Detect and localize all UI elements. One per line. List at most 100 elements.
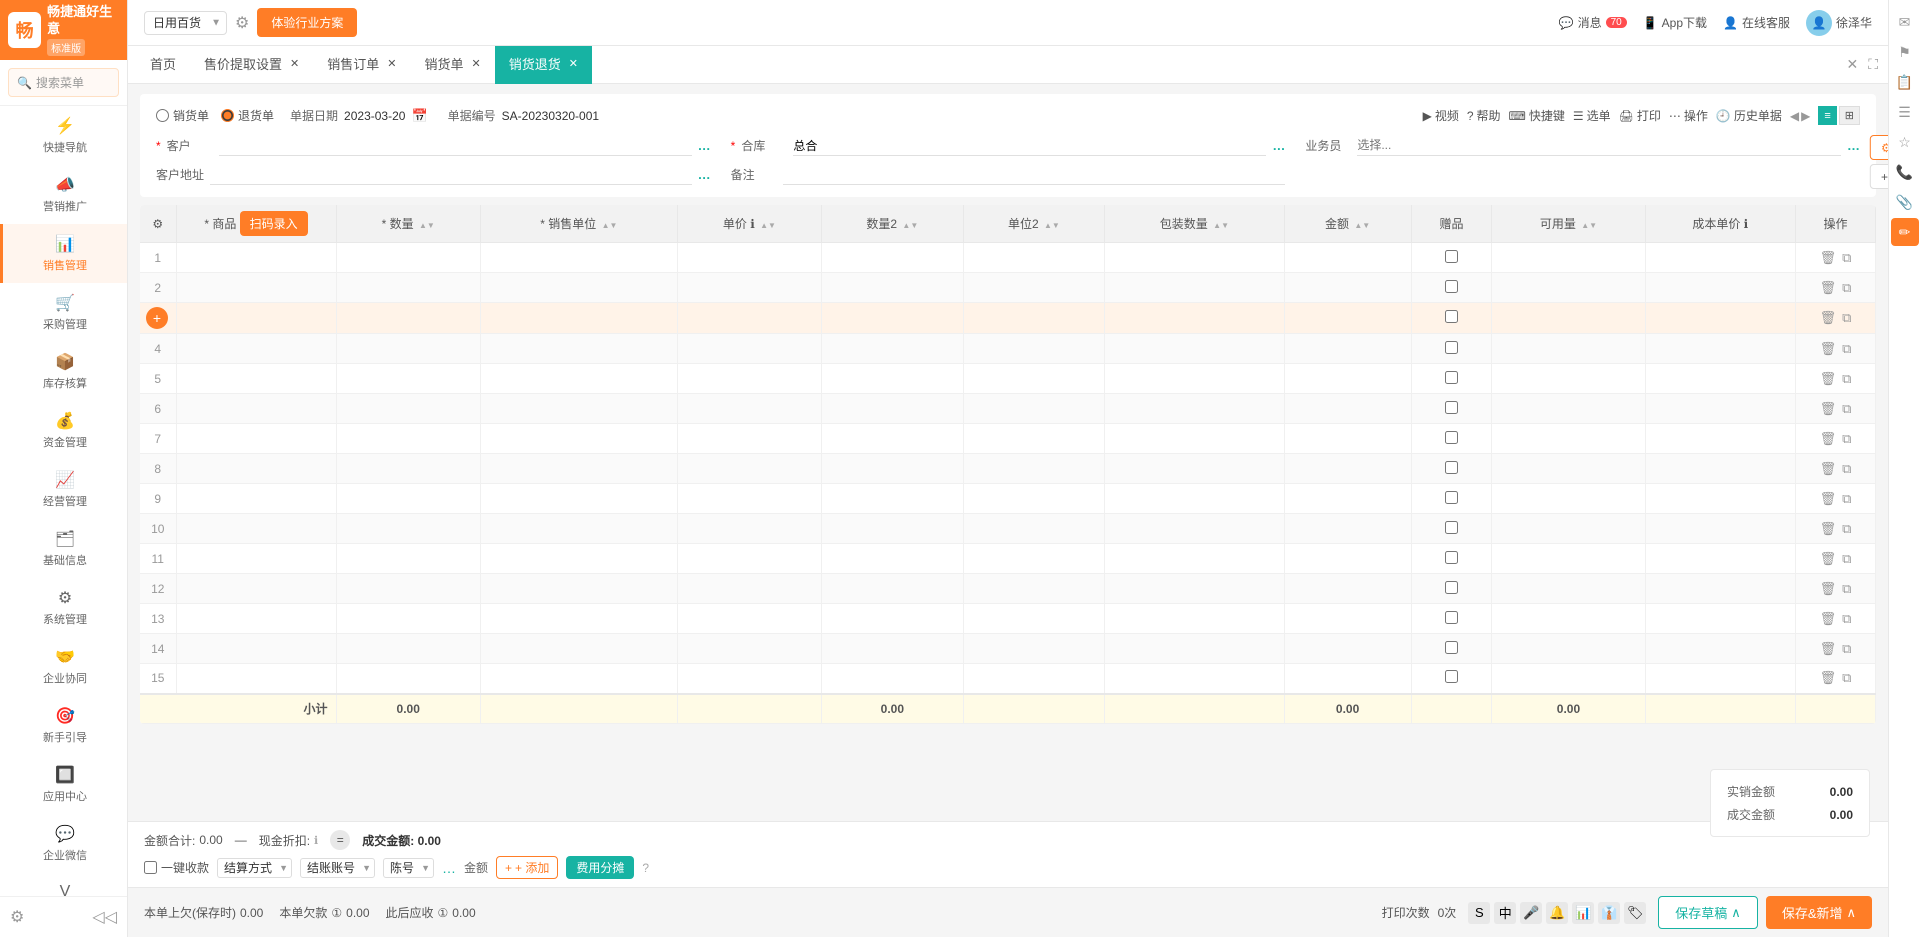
- del-btn[interactable]: 🗑: [1820, 670, 1837, 686]
- video-action[interactable]: ▶ 视频: [1423, 107, 1459, 124]
- warehouse-dots-btn[interactable]: …: [1272, 138, 1285, 153]
- sidebar-item-system-mgmt[interactable]: ⚙ 系统管理: [0, 578, 127, 637]
- address-input[interactable]: [210, 164, 692, 185]
- row-qty2-1[interactable]: [822, 243, 964, 273]
- right-panel-edit[interactable]: ✏: [1891, 218, 1919, 246]
- gift-checkbox-2[interactable]: [1445, 280, 1458, 293]
- right-panel-message[interactable]: ✉: [1891, 8, 1919, 36]
- settings-icon[interactable]: ⚙: [10, 907, 24, 927]
- tab-sales-order[interactable]: 销售订单 ✕: [313, 46, 410, 84]
- account-detail-select[interactable]: 结账账号: [300, 858, 375, 878]
- col-settings[interactable]: ⚙: [140, 205, 176, 243]
- amount-sort-icon[interactable]: ▲▼: [1354, 221, 1370, 230]
- copy-btn[interactable]: ⧉: [1842, 551, 1851, 567]
- close-tab-icon[interactable]: ✕: [1844, 54, 1860, 75]
- del-btn[interactable]: 🗑: [1820, 521, 1837, 537]
- copy-btn[interactable]: ⧉: [1842, 611, 1851, 627]
- row-cost-2[interactable]: [1645, 273, 1795, 303]
- copy-btn[interactable]: ⧉: [1842, 581, 1851, 597]
- row-goods-active[interactable]: [176, 303, 336, 334]
- tab-sales-return[interactable]: 销货退货 ✕: [495, 46, 592, 84]
- row-qty-active[interactable]: [336, 303, 480, 334]
- sidebar-item-app-center[interactable]: 🔲 应用中心: [0, 755, 127, 814]
- tab-sales-delivery-close[interactable]: ✕: [472, 57, 481, 70]
- row-price-active[interactable]: [677, 303, 821, 334]
- collapse-icon[interactable]: ◁◁: [92, 907, 117, 927]
- operation-action[interactable]: ⋯ 操作: [1669, 107, 1708, 124]
- app-download-item[interactable]: 📱 App下载: [1643, 14, 1707, 31]
- sidebar-item-inventory[interactable]: 📦 库存核算: [0, 342, 127, 401]
- taskbar-icon-4[interactable]: 🔔: [1546, 902, 1568, 924]
- tab-sale-price[interactable]: 售价提取设置 ✕: [190, 46, 313, 84]
- row-unit-active[interactable]: [480, 303, 677, 334]
- category-select[interactable]: 日用百货: [144, 11, 227, 35]
- row-unit-1[interactable]: [480, 243, 677, 273]
- row-qty-2[interactable]: [336, 273, 480, 303]
- add-row-btn[interactable]: +: [146, 307, 168, 329]
- settings-gear-icon[interactable]: ⚙: [235, 13, 249, 33]
- row-amount-active[interactable]: [1284, 303, 1411, 334]
- tab-sales-delivery[interactable]: 销货单 ✕: [410, 46, 494, 84]
- staff-dots-btn[interactable]: …: [1847, 138, 1860, 153]
- gift-checkbox-active[interactable]: [1445, 310, 1458, 323]
- sidebar-item-operations[interactable]: 📈 经营管理: [0, 460, 127, 519]
- one-click-pay-label[interactable]: 一键收款: [144, 859, 209, 876]
- row-gift-active[interactable]: [1411, 303, 1492, 334]
- delete-active-btn[interactable]: 🗑: [1820, 310, 1837, 326]
- gift-checkbox-1[interactable]: [1445, 250, 1458, 263]
- del-btn[interactable]: 🗑: [1820, 461, 1837, 477]
- goods-input-active[interactable]: [183, 311, 330, 325]
- fee-help-icon[interactable]: ?: [642, 861, 649, 875]
- history-action[interactable]: 🕘 历史单据: [1716, 107, 1782, 124]
- address-dots-btn[interactable]: …: [698, 167, 711, 182]
- right-panel-file[interactable]: 📋: [1891, 68, 1919, 96]
- del-btn[interactable]: 🗑: [1820, 371, 1837, 387]
- row-unit2-2[interactable]: [963, 273, 1105, 303]
- account-num-select[interactable]: 陈号: [383, 858, 434, 878]
- copy-btn[interactable]: ⧉: [1842, 461, 1851, 477]
- row-avail-2[interactable]: [1492, 273, 1645, 303]
- row-gift-1[interactable]: [1411, 243, 1492, 273]
- row-amount-2[interactable]: [1284, 273, 1411, 303]
- prev-history-btn[interactable]: ◀: [1790, 109, 1799, 123]
- shortcut-action[interactable]: ⌨ 快捷键: [1509, 107, 1565, 124]
- sidebar-item-member[interactable]: V 畅会员: [0, 873, 127, 896]
- right-panel-phone[interactable]: 📞: [1891, 158, 1919, 186]
- save-new-btn[interactable]: 保存&新增 ∧: [1766, 896, 1872, 929]
- cash-discount-info-icon[interactable]: ℹ: [314, 834, 318, 847]
- row-goods-2[interactable]: [176, 273, 336, 303]
- experience-btn[interactable]: 体验行业方案: [257, 8, 357, 37]
- user-item[interactable]: 👤 徐泽华: [1806, 10, 1872, 36]
- right-panel-clip[interactable]: 📎: [1891, 188, 1919, 216]
- row-avail-1[interactable]: [1492, 243, 1645, 273]
- tab-sales-return-close[interactable]: ✕: [569, 57, 578, 70]
- print-action[interactable]: 🖨 打印: [1619, 107, 1661, 124]
- list-view-btn[interactable]: ≡: [1818, 106, 1836, 125]
- radio-sales-input[interactable]: [156, 109, 169, 122]
- copy-active-btn[interactable]: ⧉: [1842, 310, 1851, 326]
- warehouse-input[interactable]: [793, 135, 1266, 156]
- row-pkg-1[interactable]: [1105, 243, 1284, 273]
- calendar-icon[interactable]: 📅: [411, 108, 427, 124]
- row-goods-1[interactable]: [176, 243, 336, 273]
- sidebar-item-marketing[interactable]: 📣 营销推广: [0, 165, 127, 224]
- staff-input[interactable]: [1357, 135, 1841, 156]
- del-btn[interactable]: 🗑: [1820, 431, 1837, 447]
- row-qty2-2[interactable]: [822, 273, 964, 303]
- taskbar-icon-7[interactable]: 🏷: [1624, 902, 1646, 924]
- row-unit2-active[interactable]: [963, 303, 1105, 334]
- row-amount-1[interactable]: [1284, 243, 1411, 273]
- copy-btn[interactable]: ⧉: [1842, 401, 1851, 417]
- help-action[interactable]: ? 帮助: [1467, 107, 1501, 124]
- save-draft-btn[interactable]: 保存草稿 ∧: [1658, 896, 1758, 929]
- taskbar-icon-3[interactable]: 🎤: [1520, 902, 1542, 924]
- del-btn[interactable]: 🗑: [1820, 551, 1837, 567]
- avail-sort-icon[interactable]: ▲▼: [1581, 221, 1597, 230]
- goods-input-1[interactable]: [183, 251, 330, 265]
- qty-sort-icon[interactable]: ▲▼: [419, 221, 435, 230]
- fee-split-btn[interactable]: 费用分摊: [566, 856, 634, 879]
- remark-input[interactable]: [783, 164, 1286, 185]
- logistics-btn[interactable]: + 物流: [1870, 164, 1888, 189]
- right-panel-star[interactable]: ☆: [1891, 128, 1919, 156]
- unit2-sort-icon[interactable]: ▲▼: [1044, 221, 1060, 230]
